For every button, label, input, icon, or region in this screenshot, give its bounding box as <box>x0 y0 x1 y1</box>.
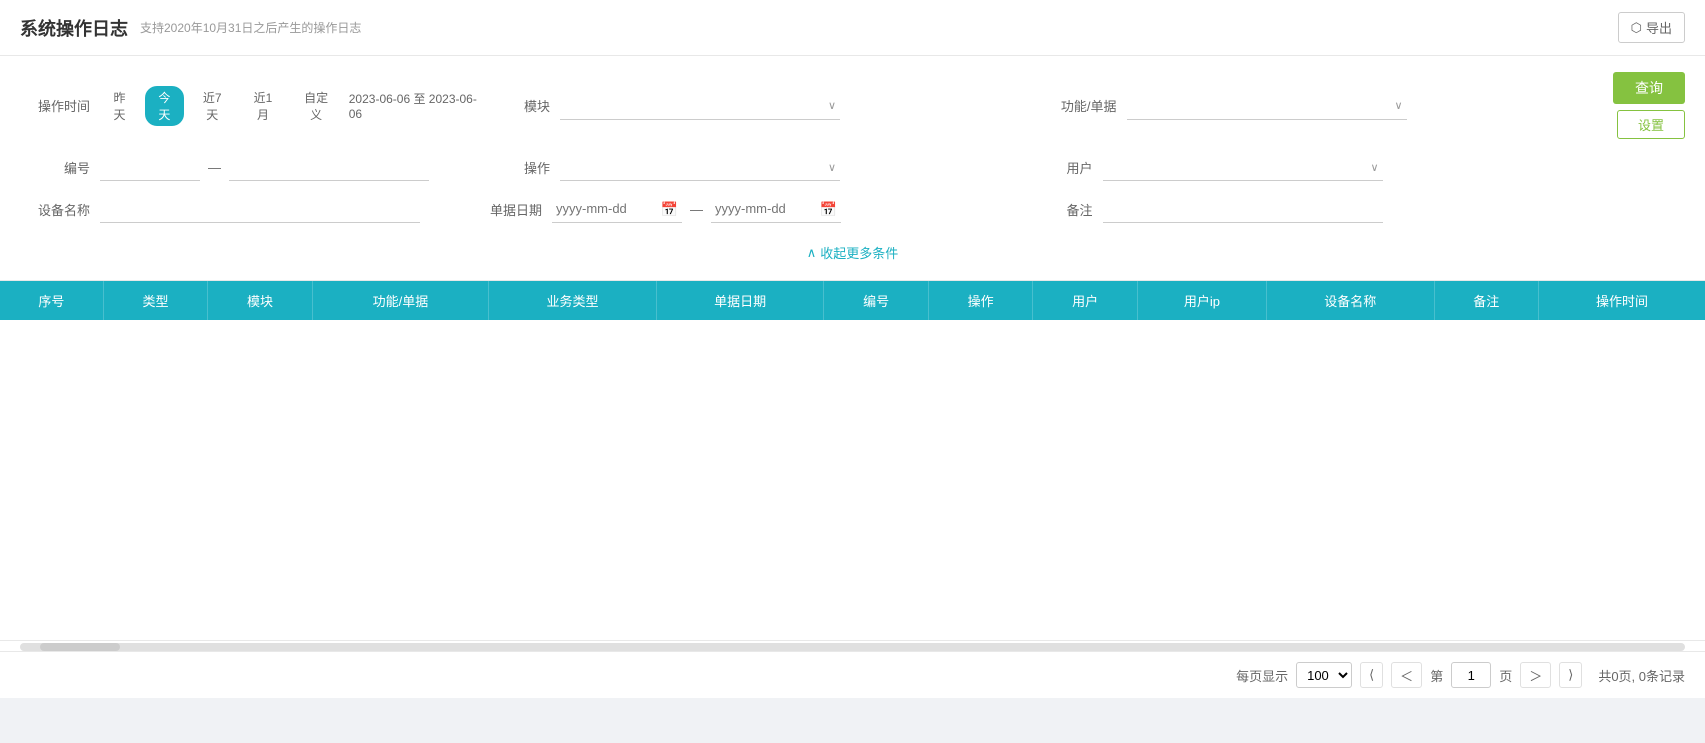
prev-page-button[interactable]: ＜ <box>1391 662 1422 688</box>
filter-row-3: 设备名称 单据日期 📅 — 📅 备注 <box>20 195 1685 223</box>
number-filter: 编号 — <box>20 153 480 181</box>
time-shortcuts: 昨天 今天 近7天 近1月 自定义 <box>100 86 341 126</box>
module-select-wrapper: ∨ <box>560 92 840 120</box>
device-label: 设备名称 <box>20 200 100 219</box>
page-suffix: 页 <box>1499 666 1512 685</box>
last-page-button[interactable]: ⟩ <box>1559 662 1582 688</box>
col-operation-time: 操作时间 <box>1539 281 1705 320</box>
col-remark: 备注 <box>1434 281 1538 320</box>
date-start-wrapper: 📅 <box>552 195 682 223</box>
number-end-input[interactable] <box>229 153 429 181</box>
date-dash: — <box>690 202 703 217</box>
scrollbar-thumb[interactable] <box>40 643 120 651</box>
table-empty-area <box>0 320 1705 640</box>
user-select[interactable] <box>1103 153 1383 181</box>
device-input[interactable] <box>100 195 420 223</box>
remark-label: 备注 <box>1023 200 1103 219</box>
remark-input[interactable] <box>1103 195 1383 223</box>
7days-btn[interactable]: 近7天 <box>190 86 235 126</box>
filter-row-1: 操作时间 昨天 今天 近7天 近1月 自定义 2023-06-06 至 2023… <box>20 72 1685 139</box>
filter-panel: 操作时间 昨天 今天 近7天 近1月 自定义 2023-06-06 至 2023… <box>0 56 1705 281</box>
horizontal-scrollbar[interactable] <box>0 640 1705 652</box>
operation-select-wrapper: ∨ <box>560 153 840 181</box>
operation-label: 操作 <box>480 158 560 177</box>
page-label: 第 <box>1430 666 1443 685</box>
document-date-label: 单据日期 <box>480 200 552 219</box>
number-start-input[interactable] <box>100 153 200 181</box>
per-page-label: 每页显示 <box>1236 666 1288 685</box>
module-filter: 模块 ∨ <box>480 92 1047 120</box>
number-dash: — <box>208 160 221 175</box>
data-table: 序号 类型 模块 功能/单据 业务类型 单据日期 编号 操作 用户 用户ip 设… <box>0 281 1705 320</box>
collapse-label: 收起更多条件 <box>820 243 898 262</box>
page-header: 系统操作日志 支持2020年10月31日之后产生的操作日志 ⬡ 导出 <box>0 0 1705 56</box>
user-label: 用户 <box>1023 158 1103 177</box>
1month-btn[interactable]: 近1月 <box>241 86 286 126</box>
table-header-row: 序号 类型 模块 功能/单据 业务类型 单据日期 编号 操作 用户 用户ip 设… <box>0 281 1705 320</box>
export-icon: ⬡ <box>1631 20 1642 36</box>
col-module: 模块 <box>208 281 312 320</box>
col-user: 用户 <box>1033 281 1137 320</box>
collapse-bar[interactable]: ∧ 收起更多条件 <box>20 237 1685 272</box>
page-subtitle: 支持2020年10月31日之后产生的操作日志 <box>140 19 361 36</box>
date-end-input[interactable] <box>711 195 841 223</box>
module-label: 模块 <box>480 96 560 115</box>
today-btn[interactable]: 今天 <box>145 86 184 126</box>
next-page-button[interactable]: ＞ <box>1520 662 1551 688</box>
export-button[interactable]: ⬡ 导出 <box>1618 12 1685 43</box>
function-select[interactable] <box>1127 92 1407 120</box>
first-page-button[interactable]: ⟨ <box>1360 662 1383 688</box>
table-section: 序号 类型 模块 功能/单据 业务类型 单据日期 编号 操作 用户 用户ip 设… <box>0 281 1705 640</box>
yesterday-btn[interactable]: 昨天 <box>100 86 139 126</box>
number-label: 编号 <box>20 158 100 177</box>
settings-button[interactable]: 设置 <box>1617 110 1685 139</box>
total-text: 共0页, 0条记录 <box>1598 666 1685 685</box>
col-user-ip: 用户ip <box>1137 281 1266 320</box>
col-operation: 操作 <box>928 281 1032 320</box>
page-number-input[interactable] <box>1451 662 1491 688</box>
device-filter: 设备名称 <box>20 195 480 223</box>
col-type: 类型 <box>103 281 207 320</box>
collapse-icon: ∧ <box>807 245 817 261</box>
number-range-group: — <box>100 153 480 181</box>
pagination-bar: 每页显示 100 50 200 ⟨ ＜ 第 页 ＞ ⟩ 共0页, 0条记录 <box>0 652 1705 698</box>
date-start-input[interactable] <box>552 195 682 223</box>
time-range-text: 2023-06-06 至 2023-06-06 <box>349 90 480 121</box>
function-filter: 功能/单据 ∨ <box>1047 92 1614 120</box>
col-number: 序号 <box>0 281 103 320</box>
title-area: 系统操作日志 支持2020年10月31日之后产生的操作日志 <box>20 15 361 41</box>
time-shortcuts-group: 昨天 今天 近7天 近1月 自定义 2023-06-06 至 2023-06-0… <box>100 86 480 126</box>
export-label: 导出 <box>1646 18 1672 37</box>
operation-select[interactable] <box>560 153 840 181</box>
user-filter: 用户 ∨ <box>1023 153 1566 181</box>
action-buttons: 查询 设置 <box>1613 72 1685 139</box>
per-page-select[interactable]: 100 50 200 <box>1296 662 1352 688</box>
page-title: 系统操作日志 <box>20 15 128 41</box>
col-business-type: 业务类型 <box>489 281 657 320</box>
filter-row-2: 编号 — 操作 ∨ 用户 ∨ <box>20 153 1685 181</box>
document-date-filter: 单据日期 📅 — 📅 <box>480 195 1023 223</box>
operation-filter: 操作 ∨ <box>480 153 1023 181</box>
date-end-wrapper: 📅 <box>711 195 841 223</box>
operation-time-label: 操作时间 <box>20 96 100 115</box>
module-select[interactable] <box>560 92 840 120</box>
table-header: 序号 类型 模块 功能/单据 业务类型 单据日期 编号 操作 用户 用户ip 设… <box>0 281 1705 320</box>
col-device: 设备名称 <box>1266 281 1434 320</box>
user-select-wrapper: ∨ <box>1103 153 1383 181</box>
function-label: 功能/单据 <box>1047 96 1127 115</box>
col-document-date: 单据日期 <box>656 281 824 320</box>
operation-time-filter: 操作时间 昨天 今天 近7天 近1月 自定义 2023-06-06 至 2023… <box>20 86 480 126</box>
function-select-wrapper: ∨ <box>1127 92 1407 120</box>
custom-btn[interactable]: 自定义 <box>291 86 340 126</box>
col-number-val: 编号 <box>824 281 928 320</box>
col-function: 功能/单据 <box>312 281 488 320</box>
remark-filter: 备注 <box>1023 195 1566 223</box>
query-button[interactable]: 查询 <box>1613 72 1685 104</box>
scrollbar-track <box>20 643 1685 651</box>
